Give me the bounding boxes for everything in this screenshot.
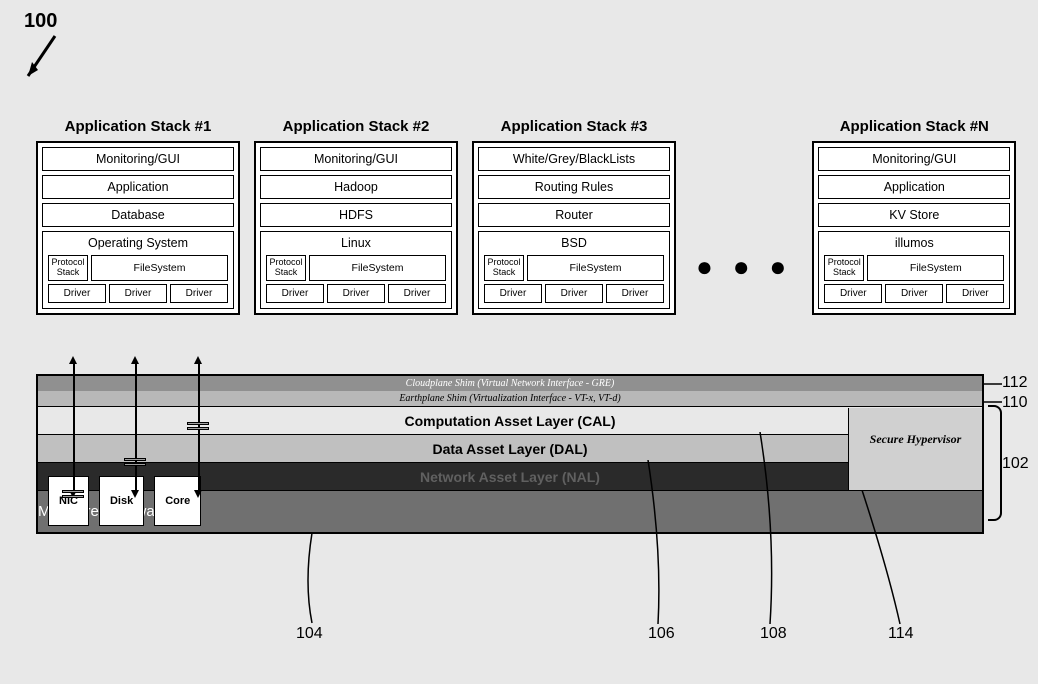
earthplane-shim: Earthplane Shim (Virtualization Interfac… <box>38 391 982 406</box>
driver: Driver <box>946 284 1004 303</box>
driver: Driver <box>484 284 542 303</box>
driver: Driver <box>824 284 882 303</box>
platform-layers: Cloudplane Shim (Virtual Network Interfa… <box>36 374 984 534</box>
os-title: Linux <box>263 234 449 252</box>
leader-106 <box>640 460 680 626</box>
os-title: Operating System <box>45 234 231 252</box>
dal-layer: Data Asset Layer (DAL) <box>38 435 982 462</box>
leader-110 <box>984 396 1002 410</box>
os-box: Operating System Protocol Stack FileSyst… <box>42 231 234 309</box>
filesystem: FileSystem <box>867 255 1004 281</box>
secure-hypervisor: Secure Hypervisor <box>848 408 982 490</box>
driver: Driver <box>388 284 446 303</box>
os-title: illumos <box>821 234 1007 252</box>
app-stack-3: Application Stack #3 White/Grey/BlackLis… <box>472 118 676 315</box>
driver: Driver <box>545 284 603 303</box>
stack-title: Application Stack #N <box>812 118 1016 135</box>
layer-monitoring: Monitoring/GUI <box>42 147 234 171</box>
filesystem: FileSystem <box>309 255 446 281</box>
stack-box: White/Grey/BlackLists Routing Rules Rout… <box>472 141 676 315</box>
stack-title: Application Stack #1 <box>36 118 240 135</box>
ref-108: 108 <box>760 625 787 643</box>
stack-box: Monitoring/GUI Application Database Oper… <box>36 141 240 315</box>
core-block: Core <box>154 476 201 526</box>
layer-monitoring: Monitoring/GUI <box>818 147 1010 171</box>
ref-102: 102 <box>1002 455 1029 473</box>
stack-title: Application Stack #2 <box>254 118 458 135</box>
hardware-layer: Multicore Hardware NIC Disk Core <box>38 490 982 532</box>
driver: Driver <box>606 284 664 303</box>
leader-114 <box>858 490 918 626</box>
os-box: illumos Protocol Stack FileSystem Driver… <box>818 231 1010 309</box>
leader-104 <box>296 533 336 625</box>
os-box: BSD Protocol Stack FileSystem Driver Dri… <box>478 231 670 309</box>
os-title: BSD <box>481 234 667 252</box>
layer-db: HDFS <box>260 203 452 227</box>
ref-arrow-icon <box>10 28 70 88</box>
driver: Driver <box>327 284 385 303</box>
layer-router: Router <box>478 203 670 227</box>
os-box: Linux Protocol Stack FileSystem Driver D… <box>260 231 452 309</box>
protocol-stack: Protocol Stack <box>824 255 864 281</box>
protocol-stack: Protocol Stack <box>266 255 306 281</box>
app-stack-1: Application Stack #1 Monitoring/GUI Appl… <box>36 118 240 315</box>
layer-lists: White/Grey/BlackLists <box>478 147 670 171</box>
ref-112: 112 <box>1002 374 1028 392</box>
leader-108 <box>752 432 792 626</box>
filesystem: FileSystem <box>527 255 664 281</box>
ref-104: 104 <box>296 625 323 643</box>
driver: Driver <box>885 284 943 303</box>
ref-110: 110 <box>1002 394 1028 412</box>
ref-114: 114 <box>888 625 914 643</box>
layer-rules: Routing Rules <box>478 175 670 199</box>
protocol-stack: Protocol Stack <box>484 255 524 281</box>
arrow-driver-nic <box>73 356 74 498</box>
arrow-driver-disk <box>135 356 136 498</box>
brace-icon <box>988 405 1002 521</box>
chip-icon <box>187 422 209 436</box>
layer-app: Application <box>42 175 234 199</box>
chip-icon <box>124 458 146 472</box>
driver: Driver <box>109 284 167 303</box>
filesystem: FileSystem <box>91 255 228 281</box>
app-stack-2: Application Stack #2 Monitoring/GUI Hado… <box>254 118 458 315</box>
driver: Driver <box>48 284 106 303</box>
application-stacks-row: Application Stack #1 Monitoring/GUI Appl… <box>36 118 1016 315</box>
layer-app: Hadoop <box>260 175 452 199</box>
layer-db: Database <box>42 203 234 227</box>
layer-app: Application <box>818 175 1010 199</box>
app-stack-n: Application Stack #N Monitoring/GUI Appl… <box>812 118 1016 315</box>
protocol-stack: Protocol Stack <box>48 255 88 281</box>
ellipsis-icon: ● ● ● <box>690 251 798 283</box>
chip-icon <box>62 490 84 504</box>
stack-title: Application Stack #3 <box>472 118 676 135</box>
leader-112 <box>984 380 1002 394</box>
cal-layer: Computation Asset Layer (CAL) <box>38 407 982 434</box>
driver: Driver <box>266 284 324 303</box>
layer-monitoring: Monitoring/GUI <box>260 147 452 171</box>
disk-block: Disk <box>99 476 144 526</box>
stack-box: Monitoring/GUI Hadoop HDFS Linux Protoco… <box>254 141 458 315</box>
stack-box: Monitoring/GUI Application KV Store illu… <box>812 141 1016 315</box>
cloudplane-shim: Cloudplane Shim (Virtual Network Interfa… <box>38 376 982 391</box>
ref-106: 106 <box>648 625 675 643</box>
layer-kv: KV Store <box>818 203 1010 227</box>
driver: Driver <box>170 284 228 303</box>
